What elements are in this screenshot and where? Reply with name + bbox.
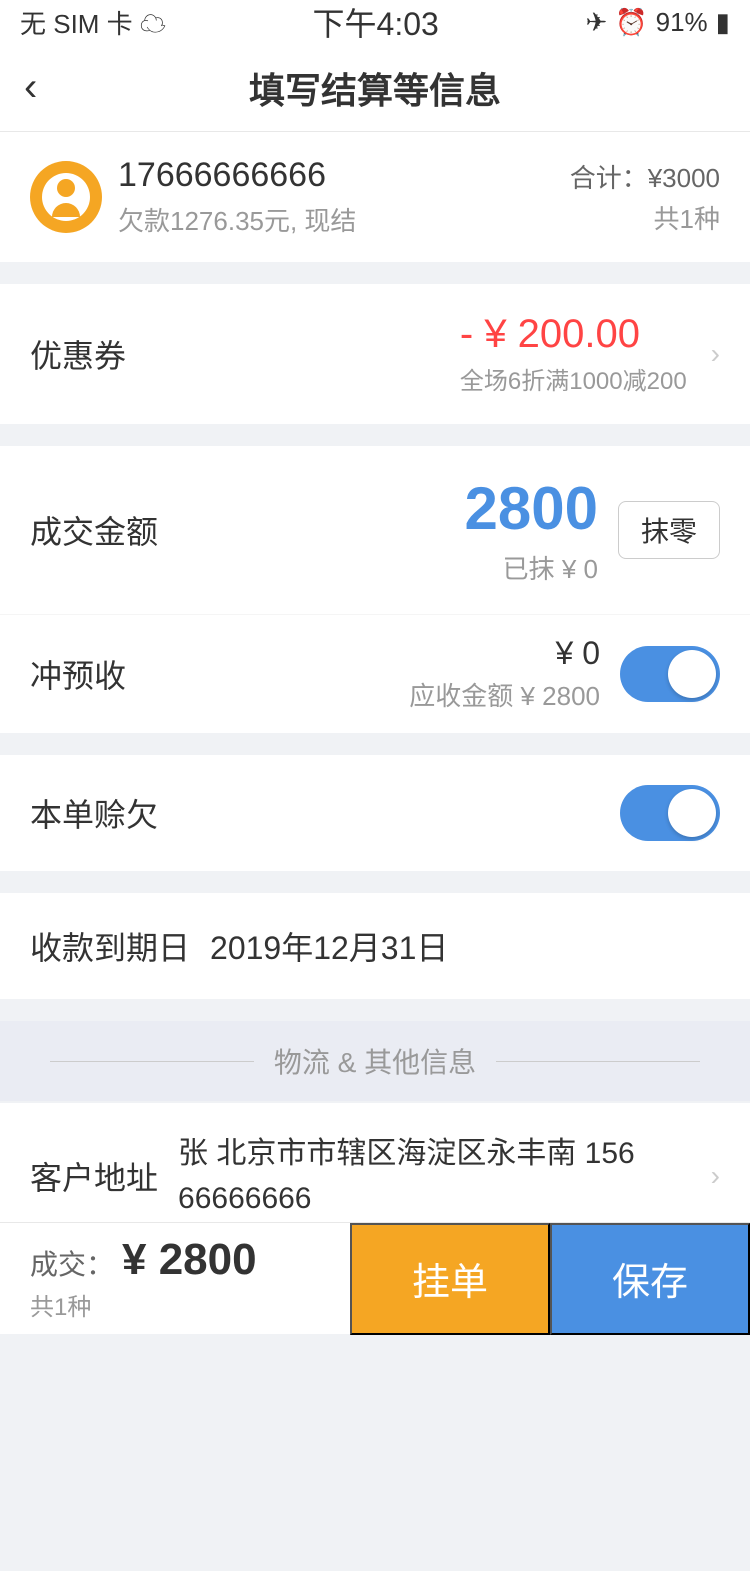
debt-section: 本单赊欠	[0, 755, 750, 871]
coupon-discount: - ¥ 200.00	[460, 312, 687, 357]
deal-amount: ¥ 2800	[122, 1235, 257, 1285]
location-icon: ✈	[585, 7, 607, 38]
chevron-right-icon: ›	[711, 338, 720, 370]
save-button[interactable]: 保存	[550, 1223, 750, 1335]
due-date-value: 2019年12月31日	[210, 923, 448, 969]
debt-label: 本单赊欠	[30, 790, 158, 836]
avatar	[30, 161, 102, 233]
pre-amount-main: ¥ 0	[409, 635, 600, 672]
logistics-header: 物流 & 其他信息	[0, 1021, 750, 1101]
status-right: ✈ ⏰ 91% ▮	[585, 7, 730, 38]
bottom-count: 共1种	[30, 1287, 320, 1322]
amount-row: 成交金额 2800 已抹 ¥ 0 抹零	[0, 446, 750, 615]
amount-right: 2800 已抹 ¥ 0 抹零	[465, 474, 721, 586]
sim-label: 无 SIM 卡 ☁	[20, 4, 166, 41]
battery-text: 91%	[656, 7, 708, 38]
due-date-section: 收款到期日 2019年12月31日	[0, 893, 750, 999]
separator-1	[0, 264, 750, 284]
status-left: 无 SIM 卡 ☁	[20, 4, 166, 41]
amount-section: 成交金额 2800 已抹 ¥ 0 抹零 冲预收 ¥ 0 应收金额 ¥ 2800	[0, 446, 750, 733]
coupon-row[interactable]: 优惠券 - ¥ 200.00 全场6折满1000减200 ›	[0, 284, 750, 424]
due-date-row: 收款到期日 2019年12月31日	[0, 893, 750, 999]
round-off-button[interactable]: 抹零	[618, 501, 720, 559]
back-button[interactable]: ‹	[24, 65, 37, 110]
debt-row: 本单赊欠	[0, 755, 750, 871]
logistics-title: 物流 & 其他信息	[274, 1041, 476, 1081]
pre-receive-toggle[interactable]	[620, 646, 720, 702]
customer-info: 17666666666 欠款1276.35元, 现结	[118, 156, 356, 238]
total-label: 合计：¥3000	[570, 158, 720, 195]
pre-receive-right: ¥ 0 应收金额 ¥ 2800	[409, 635, 720, 713]
coupon-label: 优惠券	[30, 331, 126, 377]
pre-receive-label: 冲预收	[30, 651, 126, 697]
nav-bar: ‹ 填写结算等信息	[0, 44, 750, 132]
address-chevron-icon: ›	[711, 1160, 720, 1192]
battery-icon: ▮	[716, 7, 730, 38]
alarm-icon: ⏰	[615, 7, 647, 38]
divider-left	[50, 1061, 254, 1062]
page-title: 填写结算等信息	[249, 62, 501, 114]
total-count: 共1种	[570, 199, 720, 236]
debt-toggle[interactable]	[620, 785, 720, 841]
amount-label: 成交金额	[30, 507, 158, 553]
customer-right: 合计：¥3000 共1种	[570, 158, 720, 236]
logistics-section: 物流 & 其他信息	[0, 1021, 750, 1101]
debt-toggle-thumb	[668, 789, 716, 837]
separator-4	[0, 873, 750, 893]
due-date-label: 收款到期日	[30, 923, 190, 969]
customer-phone: 17666666666	[118, 156, 356, 195]
amount-value: 2800	[465, 474, 598, 543]
toggle-thumb	[668, 650, 716, 698]
bottom-bar: 成交： ¥ 2800 共1种 挂单 保存	[0, 1222, 750, 1334]
deal-label: 成交：	[30, 1243, 114, 1283]
pre-receive-row: 冲预收 ¥ 0 应收金额 ¥ 2800	[0, 615, 750, 733]
pre-amount-sub: 应收金额 ¥ 2800	[409, 676, 600, 713]
coupon-description: 全场6折满1000减200	[460, 361, 687, 396]
pre-receive-amount: ¥ 0 应收金额 ¥ 2800	[409, 635, 600, 713]
avatar-icon	[42, 173, 90, 221]
address-label: 客户地址	[30, 1153, 158, 1199]
hold-button[interactable]: 挂单	[350, 1223, 550, 1335]
separator-2	[0, 426, 750, 446]
back-icon: ‹	[24, 65, 37, 110]
bottom-summary: 成交： ¥ 2800 共1种	[0, 1235, 350, 1322]
coupon-right: - ¥ 200.00 全场6折满1000减200 ›	[460, 312, 720, 396]
status-bar: 无 SIM 卡 ☁ 下午4:03 ✈ ⏰ 91% ▮	[0, 0, 750, 44]
separator-3	[0, 735, 750, 755]
content: 17666666666 欠款1276.35元, 现结 合计：¥3000 共1种 …	[0, 132, 750, 1571]
separator-5	[0, 1001, 750, 1021]
divider-right	[496, 1061, 700, 1062]
address-value: 张 北京市市辖区海淀区永丰南 156 66666666	[178, 1131, 703, 1221]
customer-left: 17666666666 欠款1276.35元, 现结	[30, 156, 356, 238]
coupon-section: 优惠券 - ¥ 200.00 全场6折满1000减200 ›	[0, 284, 750, 424]
customer-debt-info: 欠款1276.35元, 现结	[118, 201, 356, 238]
bottom-deal-row: 成交： ¥ 2800	[30, 1235, 320, 1285]
amount-sub: 已抹 ¥ 0	[465, 549, 598, 586]
customer-card: 17666666666 欠款1276.35元, 现结 合计：¥3000 共1种	[0, 132, 750, 262]
status-time: 下午4:03	[313, 0, 439, 45]
